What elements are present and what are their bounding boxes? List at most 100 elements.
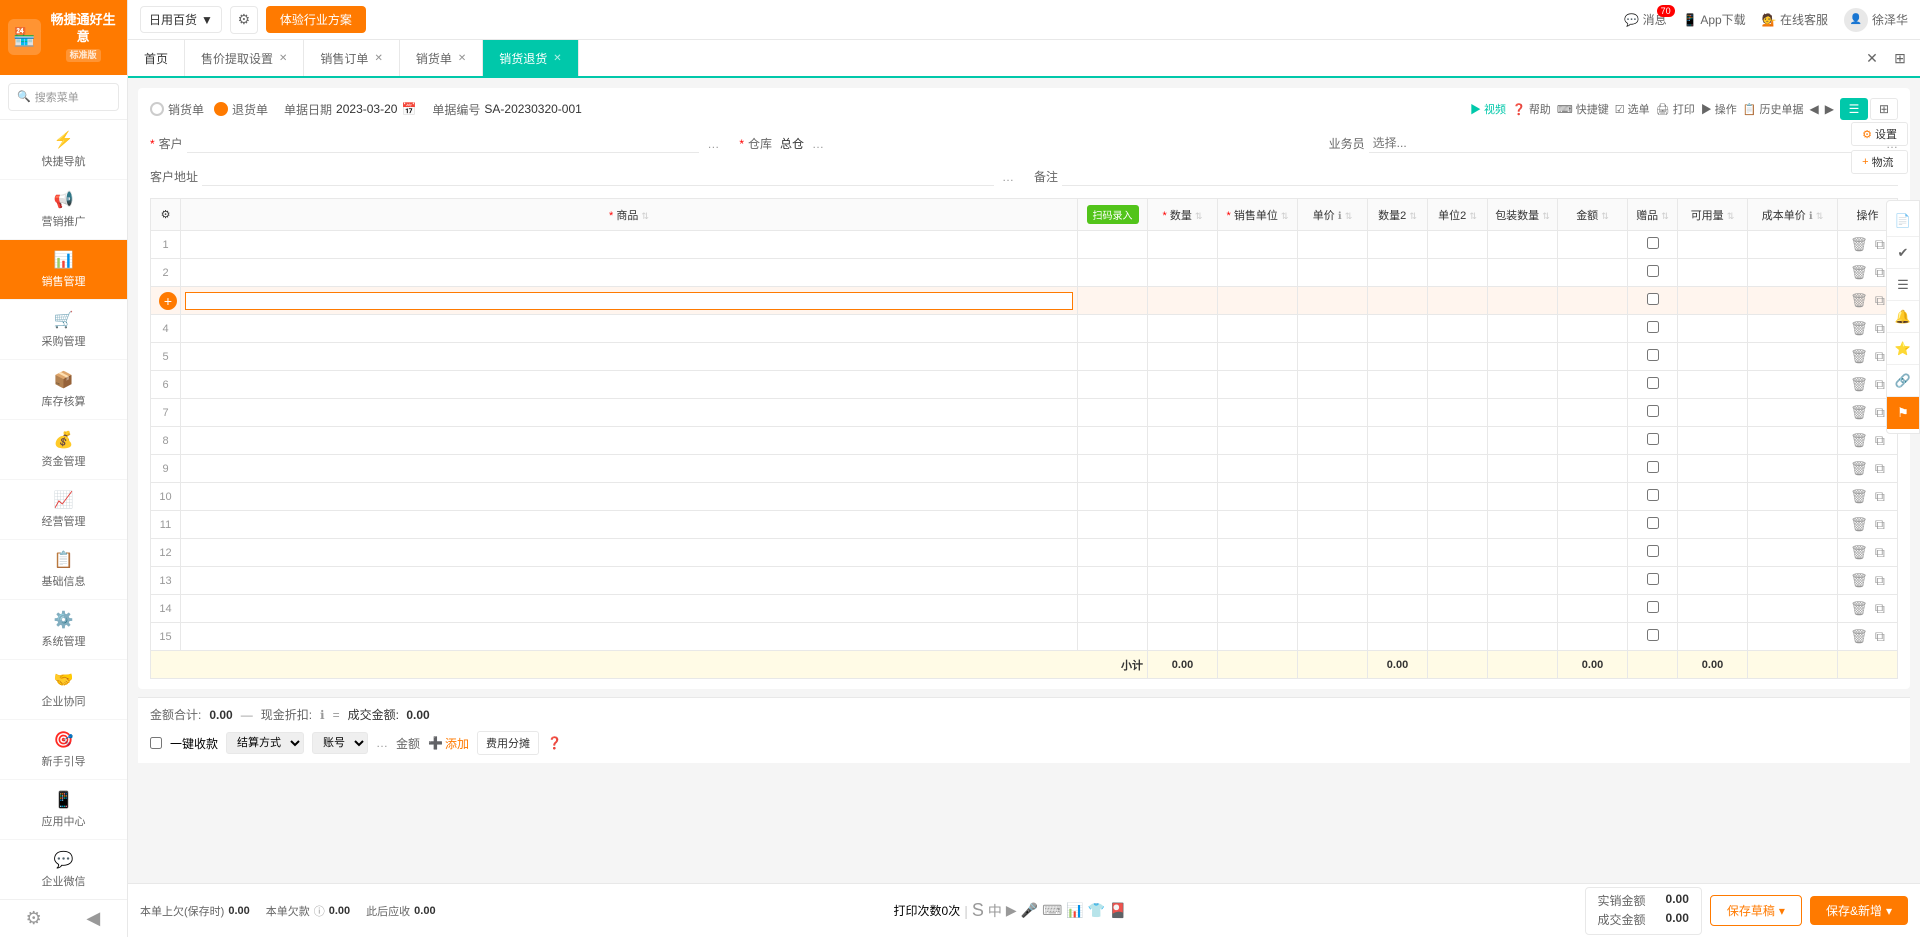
save-draft-btn[interactable]: 保存草稿 ▾	[1710, 895, 1802, 926]
delete-icon-2[interactable]: 🗑	[1848, 262, 1870, 282]
product-cell-15[interactable]: +	[181, 623, 1078, 651]
gift-check-12[interactable]	[1647, 545, 1659, 557]
gift-check-10[interactable]	[1647, 489, 1659, 501]
available-cell-15[interactable]	[1678, 623, 1748, 651]
stat2-info[interactable]: ⓘ	[314, 903, 325, 919]
available-cell-10[interactable]	[1678, 483, 1748, 511]
cost-cell-4[interactable]	[1748, 315, 1838, 343]
qty-cell-12[interactable]	[1148, 539, 1218, 567]
sidebar-item-appstore[interactable]: 📱 应用中心	[0, 780, 127, 840]
available-cell-1[interactable]	[1678, 231, 1748, 259]
cost-cell-6[interactable]	[1748, 371, 1838, 399]
delete-icon-8[interactable]: 🗑	[1848, 430, 1870, 450]
amount-cell-4[interactable]	[1558, 315, 1628, 343]
delete-icon-10[interactable]: 🗑	[1848, 486, 1870, 506]
qty2-cell-11[interactable]	[1368, 511, 1428, 539]
settlement-select[interactable]: 结算方式	[226, 732, 304, 754]
pkg-cell-4[interactable]	[1488, 315, 1558, 343]
sidebar-item-basics[interactable]: 📋 基础信息	[0, 540, 127, 600]
tab-close-all-btn[interactable]: ✕	[1860, 46, 1884, 70]
qty-cell-13[interactable]	[1148, 567, 1218, 595]
copy-icon-9[interactable]: ⧉	[1873, 458, 1887, 478]
next-btn[interactable]: ▶	[1825, 102, 1834, 116]
price-cell-9[interactable]	[1298, 455, 1368, 483]
delete-icon-11[interactable]: 🗑	[1848, 514, 1870, 534]
amount-cell-7[interactable]	[1558, 399, 1628, 427]
operate-btn[interactable]: ▶ 操作	[1701, 101, 1737, 117]
gift-check-14[interactable]	[1647, 601, 1659, 613]
list-view-btn[interactable]: ☰	[1840, 98, 1868, 120]
app-download-link[interactable]: 📱 App下载	[1683, 11, 1746, 28]
product-cell-9[interactable]: +	[181, 455, 1078, 483]
th-product-sort[interactable]: ⇅	[641, 211, 649, 221]
gift-cell-15[interactable]	[1628, 623, 1678, 651]
gift-cell-8[interactable]	[1628, 427, 1678, 455]
history-btn[interactable]: 📋 历史单据	[1743, 101, 1804, 117]
price-cell-11[interactable]	[1298, 511, 1368, 539]
copy-icon-6[interactable]: ⧉	[1873, 374, 1887, 394]
th-price-sort[interactable]: ⇅	[1345, 211, 1353, 221]
copy-icon-8[interactable]: ⧉	[1873, 430, 1887, 450]
th-qty2-sort[interactable]: ⇅	[1409, 211, 1417, 221]
qty2-cell-15[interactable]	[1368, 623, 1428, 651]
qty-cell-7[interactable]	[1148, 399, 1218, 427]
bottom-icon-8[interactable]: 🎴	[1109, 902, 1126, 919]
copy-icon-11[interactable]: ⧉	[1873, 514, 1887, 534]
th-cost-sort[interactable]: ⇅	[1816, 211, 1824, 221]
th-available-sort[interactable]: ⇅	[1727, 211, 1735, 221]
gift-cell-7[interactable]	[1628, 399, 1678, 427]
topbar-gear-btn[interactable]: ⚙	[230, 6, 258, 34]
calendar-icon[interactable]: 📅	[401, 102, 416, 116]
bottom-icon-4[interactable]: 🎤	[1021, 902, 1038, 919]
right-btn-check[interactable]: ✔	[1887, 237, 1919, 269]
price-cell-6[interactable]	[1298, 371, 1368, 399]
onepay-checkbox[interactable]	[150, 737, 162, 749]
unit-cell-14[interactable]	[1218, 595, 1298, 623]
unit2-cell-10[interactable]	[1428, 483, 1488, 511]
unit-cell-7[interactable]	[1218, 399, 1298, 427]
gift-cell-2[interactable]	[1628, 259, 1678, 287]
amount-cell-1[interactable]	[1558, 231, 1628, 259]
available-cell-13[interactable]	[1678, 567, 1748, 595]
gift-check-13[interactable]	[1647, 573, 1659, 585]
account-dots-icon[interactable]: …	[376, 736, 388, 750]
price-cell-12[interactable]	[1298, 539, 1368, 567]
price-cell-2[interactable]	[1298, 259, 1368, 287]
sidebar-item-marketing[interactable]: 📢 营销推广	[0, 180, 127, 240]
unit-cell-5[interactable]	[1218, 343, 1298, 371]
available-cell-11[interactable]	[1678, 511, 1748, 539]
copy-icon-3[interactable]: ⧉	[1873, 290, 1887, 310]
unit-cell-6[interactable]	[1218, 371, 1298, 399]
pkg-cell-14[interactable]	[1488, 595, 1558, 623]
unit2-cell-8[interactable]	[1428, 427, 1488, 455]
amount-cell-14[interactable]	[1558, 595, 1628, 623]
tab-sales-order[interactable]: 销售订单 ✕	[304, 40, 399, 77]
gift-check-7[interactable]	[1647, 405, 1659, 417]
tab-home[interactable]: 首页	[128, 40, 185, 77]
qty2-cell-4[interactable]	[1368, 315, 1428, 343]
copy-icon-14[interactable]: ⧉	[1873, 598, 1887, 618]
prev-btn[interactable]: ◀	[1810, 102, 1819, 116]
available-cell-2[interactable]	[1678, 259, 1748, 287]
sidebar-item-finance[interactable]: 💰 资金管理	[0, 420, 127, 480]
amount-cell-13[interactable]	[1558, 567, 1628, 595]
expense-help-icon[interactable]: ❓	[547, 736, 562, 750]
sidebar-item-operations[interactable]: 📈 经营管理	[0, 480, 127, 540]
th-settings[interactable]: ⚙	[151, 199, 181, 231]
gift-cell-6[interactable]	[1628, 371, 1678, 399]
pkg-cell-11[interactable]	[1488, 511, 1558, 539]
qty2-cell-6[interactable]	[1368, 371, 1428, 399]
cost-cell-2[interactable]	[1748, 259, 1838, 287]
copy-icon-7[interactable]: ⧉	[1873, 402, 1887, 422]
product-cell-11[interactable]: +	[181, 511, 1078, 539]
th-qty-sort[interactable]: ⇅	[1195, 211, 1203, 221]
product-cell-3[interactable]: +	[181, 287, 1078, 315]
unit2-cell-11[interactable]	[1428, 511, 1488, 539]
sidebar-item-inventory[interactable]: 📦 库存核算	[0, 360, 127, 420]
copy-icon-5[interactable]: ⧉	[1873, 346, 1887, 366]
sidebar-item-shortcut[interactable]: ⚡ 快捷导航	[0, 120, 127, 180]
price-cell-13[interactable]	[1298, 567, 1368, 595]
tab-price-set[interactable]: 售价提取设置 ✕	[185, 40, 304, 77]
qty-cell-6[interactable]	[1148, 371, 1218, 399]
cost-cell-1[interactable]	[1748, 231, 1838, 259]
